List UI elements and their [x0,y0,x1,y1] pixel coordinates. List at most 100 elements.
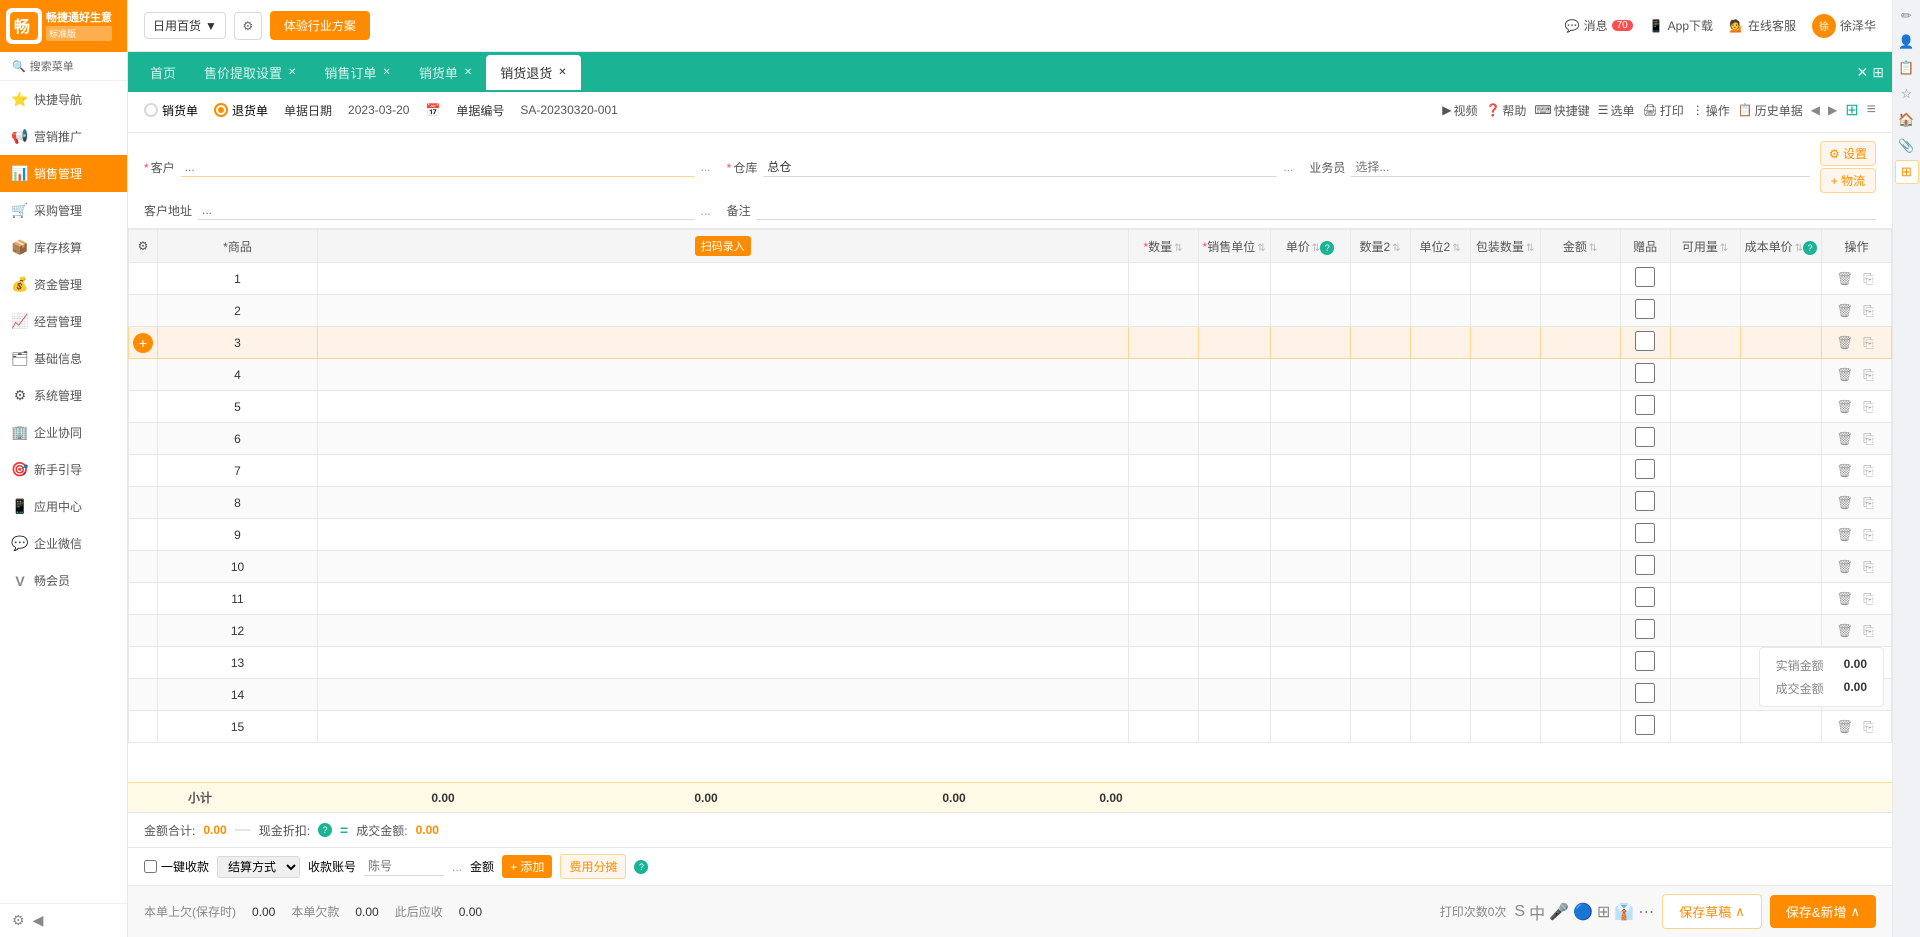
row-pack-cell[interactable] [1470,615,1540,647]
row-price-cell[interactable] [1270,263,1350,295]
row-pack-cell[interactable] [1470,679,1540,711]
row-qty-cell[interactable] [1128,487,1198,519]
tab-sales-return[interactable]: 销货退货 ✕ [486,55,580,90]
row-qty-cell[interactable] [1128,263,1198,295]
row-price-cell[interactable] [1270,359,1350,391]
row-qty-cell[interactable] [1128,423,1198,455]
rp-person-icon[interactable]: 👤 [1895,30,1919,54]
toolbar-video[interactable]: ▶ 视频 [1442,102,1477,119]
row-amount-cell[interactable] [1540,263,1620,295]
row-delete-btn[interactable]: 🗑 [1835,493,1855,513]
row-product-cell[interactable] [318,295,1129,327]
row-delete-btn[interactable]: 🗑 [1835,557,1855,577]
row-price-cell[interactable] [1270,583,1350,615]
warehouse-more[interactable]: ... [1283,160,1293,174]
tab-home[interactable]: 首页 [136,55,190,90]
row-qty-cell[interactable] [1128,647,1198,679]
row-unit2-cell[interactable] [1410,359,1470,391]
row-product-cell[interactable] [318,519,1129,551]
row-cost-cell[interactable] [1740,423,1821,455]
row-gift-checkbox[interactable] [1635,267,1655,287]
row-pack-cell[interactable] [1470,327,1540,359]
row-available-cell[interactable] [1670,391,1740,423]
row-gift-cell[interactable] [1620,711,1670,743]
price-info-icon[interactable]: ? [1320,241,1334,255]
row-copy-btn[interactable]: ⎘ [1859,525,1879,545]
row-price-cell[interactable] [1270,423,1350,455]
row-copy-btn[interactable]: ⎘ [1859,621,1879,641]
rp-clip-icon[interactable]: 📎 [1895,134,1919,158]
row-amount-cell[interactable] [1540,391,1620,423]
save-draft-btn[interactable]: 保存草稿 ∧ [1662,894,1762,929]
unit2-sort-icon[interactable]: ⇅ [1452,243,1460,254]
row-price-cell[interactable] [1270,551,1350,583]
row-product-cell[interactable] [318,423,1129,455]
row-price-cell[interactable] [1270,455,1350,487]
row-available-cell[interactable] [1670,519,1740,551]
row-gift-checkbox[interactable] [1635,427,1655,447]
row-pack-cell[interactable] [1470,263,1540,295]
row-cost-cell[interactable] [1740,263,1821,295]
row-amount-cell[interactable] [1540,359,1620,391]
row-qty2-cell[interactable] [1350,711,1410,743]
row-unit-cell[interactable] [1198,551,1270,583]
row-cost-cell[interactable] [1740,391,1821,423]
row-available-cell[interactable] [1670,295,1740,327]
row-delete-btn[interactable]: 🗑 [1835,333,1855,353]
row-amount-cell[interactable] [1540,711,1620,743]
sidebar-item-operation[interactable]: 📈 经营管理 [0,303,127,340]
row-copy-btn[interactable]: ⎘ [1859,717,1879,737]
row-unit-cell[interactable] [1198,327,1270,359]
row-cost-cell[interactable] [1740,455,1821,487]
row-cost-cell[interactable] [1740,327,1821,359]
row-product-cell[interactable] [318,487,1129,519]
row-copy-btn[interactable]: ⎘ [1859,429,1879,449]
row-available-cell[interactable] [1670,711,1740,743]
radio-sales[interactable]: 销货单 [144,102,198,119]
row-product-cell[interactable] [318,263,1129,295]
row-price-cell[interactable] [1270,519,1350,551]
topbar-settings-btn[interactable]: ⚙ [234,12,262,40]
row-pack-cell[interactable] [1470,359,1540,391]
row-gift-cell[interactable] [1620,391,1670,423]
col-settings-header[interactable]: ⚙ [129,230,158,263]
tab-sales-order[interactable]: 销售订单 ✕ [310,55,404,90]
row-available-cell[interactable] [1670,327,1740,359]
one-click-payment[interactable]: 一键收款 [144,858,209,875]
row-unit2-cell[interactable] [1410,423,1470,455]
row-gift-checkbox[interactable] [1635,683,1655,703]
nav-prev-icon[interactable]: ◀ [1811,103,1820,117]
amount-sort-icon[interactable]: ⇅ [1589,243,1597,254]
sidebar-item-system[interactable]: ⚙ 系统管理 [0,377,127,414]
sidebar-item-marketing[interactable]: 📢 营销推广 [0,118,127,155]
row-copy-btn[interactable]: ⎘ [1859,397,1879,417]
row-delete-btn[interactable]: 🗑 [1835,365,1855,385]
tab-close-all-icon[interactable]: ✕ [1857,64,1869,81]
row-amount-cell[interactable] [1540,423,1620,455]
row-unit2-cell[interactable] [1410,583,1470,615]
row-copy-btn[interactable]: ⎘ [1859,333,1879,353]
row-gift-checkbox[interactable] [1635,459,1655,479]
row-gift-cell[interactable] [1620,615,1670,647]
row-amount-cell[interactable] [1540,615,1620,647]
row-pack-cell[interactable] [1470,711,1540,743]
sidebar-search[interactable]: 🔍 搜索菜单 [0,52,127,81]
rp-star-icon[interactable]: ☆ [1895,82,1919,106]
tab-price-setting[interactable]: 售价提取设置 ✕ [190,55,310,90]
row-qty-cell[interactable] [1128,519,1198,551]
row-amount-cell[interactable] [1540,551,1620,583]
row-gift-cell[interactable] [1620,647,1670,679]
tab-sales-delivery-close[interactable]: ✕ [464,67,472,78]
row-unit2-cell[interactable] [1410,551,1470,583]
row-delete-btn[interactable]: 🗑 [1835,429,1855,449]
row-gift-checkbox[interactable] [1635,587,1655,607]
row-copy-btn[interactable]: ⎘ [1859,557,1879,577]
row-qty2-cell[interactable] [1350,263,1410,295]
radio-return[interactable]: 退货单 [214,102,268,119]
row-pack-cell[interactable] [1470,551,1540,583]
customer-input[interactable] [181,158,695,177]
row-copy-btn[interactable]: ⎘ [1859,269,1879,289]
row-amount-cell[interactable] [1540,583,1620,615]
add-row-btn[interactable]: + [133,333,153,353]
row-qty-cell[interactable] [1128,551,1198,583]
